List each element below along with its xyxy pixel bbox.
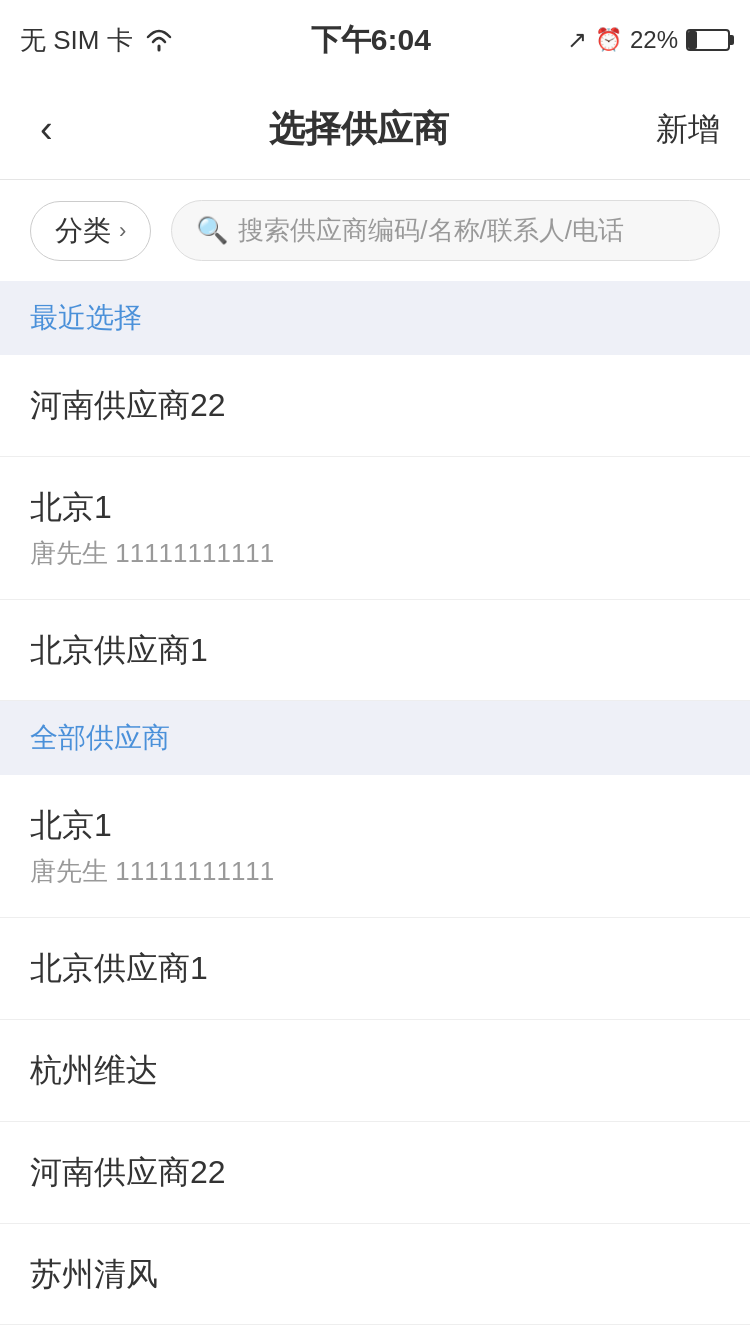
status-time: 下午6:04 xyxy=(311,20,431,61)
search-placeholder: 搜索供应商编码/名称/联系人/电话 xyxy=(238,213,624,248)
search-box[interactable]: 🔍 搜索供应商编码/名称/联系人/电话 xyxy=(171,200,720,261)
item-name: 河南供应商22 xyxy=(30,1150,720,1195)
filter-bar: 分类 › 🔍 搜索供应商编码/名称/联系人/电话 xyxy=(0,180,750,281)
sim-label: 无 SIM 卡 xyxy=(20,23,133,58)
item-sub: 唐先生 11111111111 xyxy=(30,536,720,571)
location-icon: ↗ xyxy=(567,26,587,54)
item-name: 北京1 xyxy=(30,803,720,848)
all-items-list: 北京1 唐先生 11111111111 北京供应商1 杭州维达河南供应商22 苏州清风 xyxy=(0,775,750,1325)
list-item[interactable]: 北京1 唐先生 11111111111 xyxy=(0,457,750,600)
nav-bar: ‹ 选择供应商 新增 xyxy=(0,80,750,180)
list-item[interactable]: 杭州维达 xyxy=(0,1020,750,1122)
all-section-title: 全部供应商 xyxy=(30,722,170,753)
search-icon: 🔍 xyxy=(196,215,228,246)
page-title: 选择供应商 xyxy=(269,105,449,154)
recent-section-title: 最近选择 xyxy=(30,302,142,333)
status-left: 无 SIM 卡 xyxy=(20,23,175,58)
battery-icon xyxy=(686,29,730,51)
item-name: 北京1 xyxy=(30,485,720,530)
list-item[interactable]: 河南供应商22 xyxy=(0,1122,750,1224)
item-name: 北京供应商1 xyxy=(30,628,720,673)
alarm-icon: ⏰ xyxy=(595,27,622,53)
list-item[interactable]: 苏州清风 xyxy=(0,1224,750,1326)
item-sub: 唐先生 11111111111 xyxy=(30,854,720,889)
item-name: 杭州维达 xyxy=(30,1048,720,1093)
list-item[interactable]: 北京供应商1 xyxy=(0,600,750,702)
list-item[interactable]: 北京供应商1 xyxy=(0,918,750,1020)
item-name: 苏州清风 xyxy=(30,1252,720,1297)
back-button[interactable]: ‹ xyxy=(30,98,63,161)
recent-section-header: 最近选择 xyxy=(0,281,750,355)
list-item[interactable]: 河南供应商22 xyxy=(0,355,750,457)
chevron-right-icon: › xyxy=(119,218,126,244)
item-name: 河南供应商22 xyxy=(30,383,720,428)
wifi-icon xyxy=(143,28,175,52)
all-section-header: 全部供应商 xyxy=(0,701,750,775)
battery-percent: 22% xyxy=(630,26,678,54)
status-bar: 无 SIM 卡 下午6:04 ↗ ⏰ 22% xyxy=(0,0,750,80)
add-button[interactable]: 新增 xyxy=(656,108,720,152)
list-item[interactable]: 北京1 唐先生 11111111111 xyxy=(0,775,750,918)
category-label: 分类 xyxy=(55,212,111,250)
item-name: 北京供应商1 xyxy=(30,946,720,991)
recent-items-list: 河南供应商22 北京1 唐先生 11111111111 北京供应商1 xyxy=(0,355,750,701)
category-filter[interactable]: 分类 › xyxy=(30,201,151,261)
status-right: ↗ ⏰ 22% xyxy=(567,26,730,54)
